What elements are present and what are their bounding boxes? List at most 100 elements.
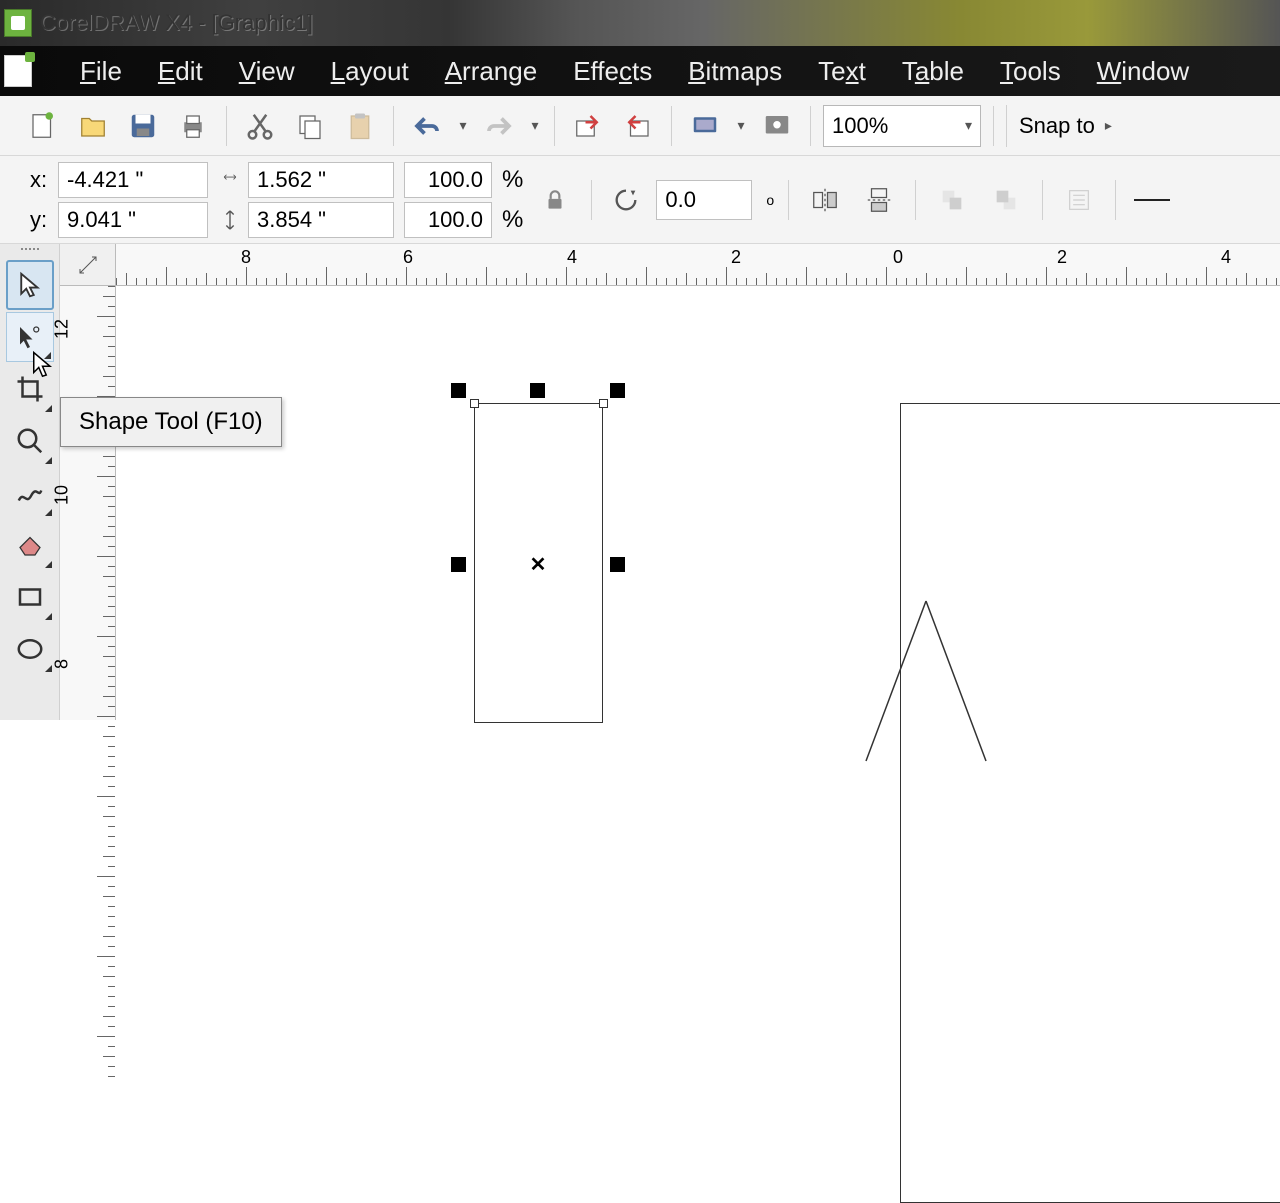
ellipse-tool[interactable]: [6, 624, 54, 674]
undo-dropdown[interactable]: [456, 117, 470, 134]
new-doc-icon[interactable]: [4, 55, 32, 87]
separator: [554, 106, 555, 146]
height-input[interactable]: 3.854 ": [248, 202, 394, 238]
ruler-origin[interactable]: [60, 244, 116, 286]
toolbox: [0, 244, 60, 720]
smart-fill-tool[interactable]: [6, 520, 54, 570]
menu-arrange[interactable]: Arrange: [427, 52, 556, 91]
drawing-canvas[interactable]: ✕: [116, 286, 1280, 720]
scale-group: 100.0% 100.0%: [404, 162, 523, 238]
ruler-vertical[interactable]: 12 10 8: [60, 286, 116, 720]
page-border: [900, 403, 1280, 1203]
scale-y-input[interactable]: 100.0: [404, 202, 492, 238]
rotation-icon: [606, 180, 646, 220]
size-group: 1.562 " 3.854 ": [218, 162, 394, 238]
export-button[interactable]: [617, 105, 659, 147]
triangle-shape[interactable]: [856, 596, 996, 766]
menu-table[interactable]: Table: [884, 52, 982, 91]
to-back-button: [984, 178, 1028, 222]
mirror-h-button[interactable]: [803, 178, 847, 222]
freehand-tool[interactable]: [6, 468, 54, 518]
line-sample: [1134, 199, 1170, 201]
open-button[interactable]: [72, 105, 114, 147]
dock-grip[interactable]: [6, 248, 54, 256]
copy-button[interactable]: [289, 105, 331, 147]
paste-button: [339, 105, 381, 147]
menu-edit[interactable]: Edit: [140, 52, 221, 91]
mirror-v-button[interactable]: [857, 178, 901, 222]
workspace: 8 6 4 2 0 2 4 12 10 8 ✕: [0, 244, 1280, 720]
selection-handle[interactable]: [451, 383, 466, 398]
separator: [993, 106, 994, 146]
menu-layout[interactable]: Layout: [313, 52, 427, 91]
lock-ratio-button[interactable]: [533, 178, 577, 222]
crop-tool[interactable]: [6, 364, 54, 414]
height-icon: [218, 208, 242, 232]
menu-window[interactable]: Window: [1079, 52, 1207, 91]
separator: [591, 180, 592, 220]
pick-tool[interactable]: [6, 260, 54, 310]
x-input[interactable]: -4.421 ": [58, 162, 208, 198]
separator: [226, 106, 227, 146]
property-bar: x:-4.421 " y:9.041 " 1.562 " 3.854 " 100…: [0, 156, 1280, 244]
node-marker[interactable]: [599, 399, 608, 408]
selection-handle[interactable]: [610, 557, 625, 572]
menu-tools[interactable]: Tools: [982, 52, 1079, 91]
node-marker[interactable]: [470, 399, 479, 408]
rotation-input[interactable]: 0.0: [656, 180, 752, 220]
new-button[interactable]: [22, 105, 64, 147]
canvas-area: 8 6 4 2 0 2 4 12 10 8 ✕: [60, 244, 1280, 720]
app-icon: [4, 9, 32, 37]
undo-button[interactable]: [406, 105, 448, 147]
cut-button[interactable]: [239, 105, 281, 147]
selection-handle[interactable]: [451, 557, 466, 572]
menu-bitmaps[interactable]: Bitmaps: [670, 52, 800, 91]
standard-toolbar: 100% Snap to: [0, 96, 1280, 156]
tooltip: Shape Tool (F10): [60, 397, 282, 447]
selection-handle[interactable]: [530, 383, 545, 398]
ruler-horizontal[interactable]: 8 6 4 2 0 2 4: [116, 244, 1280, 286]
menu-file[interactable]: File: [62, 52, 140, 91]
menubar: File Edit View Layout Arrange Effects Bi…: [0, 46, 1280, 96]
titlebar: CorelDRAW X4 - [Graphic1]: [0, 0, 1280, 46]
width-icon: [218, 168, 242, 192]
percent-label: %: [498, 166, 523, 194]
separator: [671, 106, 672, 146]
degree-label: o: [766, 192, 774, 208]
scale-x-input[interactable]: 100.0: [404, 162, 492, 198]
separator: [1115, 180, 1116, 220]
y-input[interactable]: 9.041 ": [58, 202, 208, 238]
width-input[interactable]: 1.562 ": [248, 162, 394, 198]
menu-effects[interactable]: Effects: [555, 52, 670, 91]
zoom-combo[interactable]: 100%: [823, 105, 981, 147]
y-label: y:: [30, 207, 52, 233]
window-title: CorelDRAW X4 - [Graphic1]: [40, 10, 313, 36]
shape-tool[interactable]: [6, 312, 54, 362]
rectangle-tool[interactable]: [6, 572, 54, 622]
outline-width[interactable]: [1130, 178, 1174, 222]
menu-view[interactable]: View: [221, 52, 313, 91]
print-button[interactable]: [172, 105, 214, 147]
separator: [393, 106, 394, 146]
to-front-button: [930, 178, 974, 222]
save-button[interactable]: [122, 105, 164, 147]
selection-handle[interactable]: [610, 383, 625, 398]
redo-dropdown[interactable]: [528, 117, 542, 134]
redo-button: [478, 105, 520, 147]
zoom-tool[interactable]: [6, 416, 54, 466]
menu-text[interactable]: Text: [800, 52, 884, 91]
import-button[interactable]: [567, 105, 609, 147]
position-group: x:-4.421 " y:9.041 ": [30, 162, 208, 238]
snap-to-combo[interactable]: Snap to: [1006, 105, 1124, 147]
separator: [810, 106, 811, 146]
separator: [788, 180, 789, 220]
welcome-button[interactable]: [756, 105, 798, 147]
app-launcher-button[interactable]: [684, 105, 726, 147]
percent-label: %: [498, 206, 523, 234]
separator: [915, 180, 916, 220]
app-launcher-dropdown[interactable]: [734, 117, 748, 134]
wrap-button: [1057, 178, 1101, 222]
x-label: x:: [30, 167, 52, 193]
selection-center[interactable]: ✕: [529, 555, 547, 573]
separator: [1042, 180, 1043, 220]
